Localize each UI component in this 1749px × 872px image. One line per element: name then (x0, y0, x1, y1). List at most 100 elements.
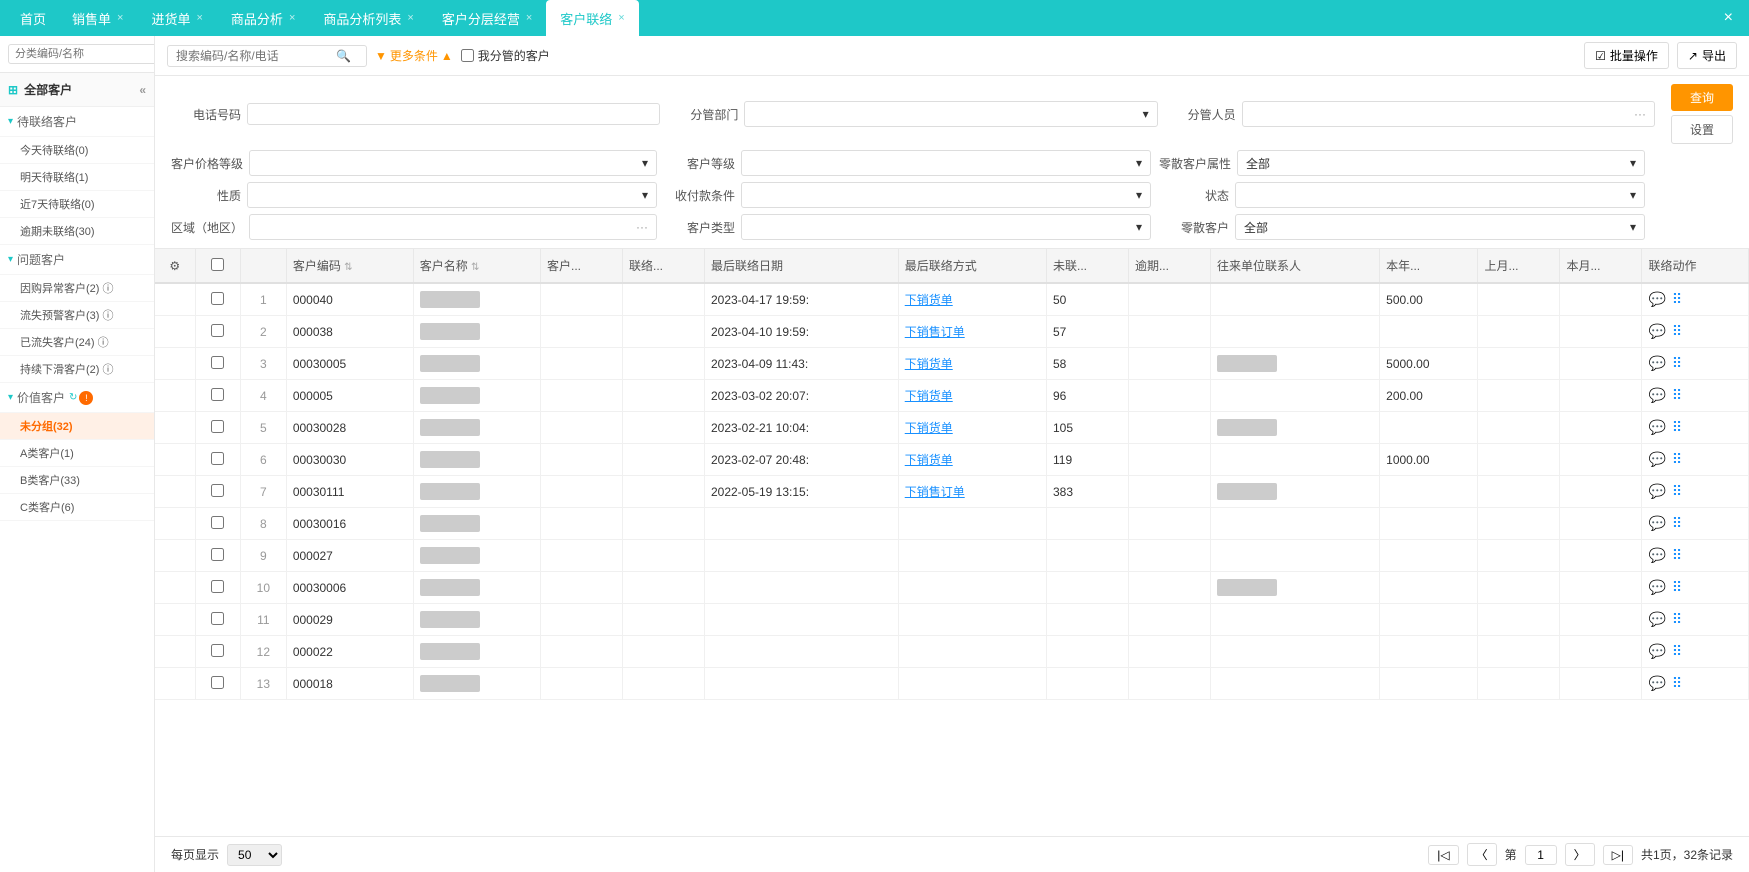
td-last-method[interactable]: 下销货单 (898, 412, 1046, 444)
sidebar-collapse-icon[interactable]: « (139, 83, 146, 97)
sort-icon-name[interactable]: ⇅ (471, 262, 479, 273)
chat-icon[interactable]: 💬 (1648, 675, 1665, 692)
td-checkbox[interactable] (195, 508, 240, 540)
more-icon[interactable]: ⠿ (1672, 675, 1682, 692)
td-checkbox[interactable] (195, 412, 240, 444)
sidebar-item-class-b[interactable]: B类客户(33) (0, 467, 154, 494)
td-checkbox[interactable] (195, 572, 240, 604)
sidebar-search-input[interactable] (8, 44, 155, 64)
th-last-date[interactable]: 最后联络日期 (704, 249, 898, 283)
chat-icon[interactable]: 💬 (1648, 387, 1665, 404)
more-icon[interactable]: ⠿ (1672, 419, 1682, 436)
chat-icon[interactable]: 💬 (1648, 483, 1665, 500)
sort-icon-code[interactable]: ⇅ (344, 262, 352, 273)
th-contact[interactable]: 联络... (622, 249, 704, 283)
more-icon[interactable]: ⠿ (1672, 291, 1682, 308)
sidebar-group-value[interactable]: ▾ 价值客户 ↻ ! (0, 383, 154, 413)
filter-dept-select[interactable]: ▾ (744, 101, 1157, 127)
chat-icon[interactable]: 💬 (1648, 547, 1665, 564)
filter-search-box[interactable]: 🔍 (167, 45, 367, 67)
sidebar-item-7days[interactable]: 近7天待联络(0) (0, 191, 154, 218)
row-checkbox[interactable] (211, 292, 224, 305)
chat-icon[interactable]: 💬 (1648, 323, 1665, 340)
filter-person-select[interactable]: ··· (1242, 101, 1655, 127)
filter-price-level-select[interactable]: ▾ (249, 150, 657, 176)
next-page-button[interactable]: 〉 (1565, 843, 1595, 866)
chat-icon[interactable]: 💬 (1648, 291, 1665, 308)
th-settings[interactable]: ⚙ (155, 249, 195, 283)
filter-customer-type-select[interactable]: ▾ (741, 214, 1151, 240)
filter-search-input[interactable] (176, 49, 336, 63)
batch-operation-button[interactable]: ☑ 批量操作 (1584, 42, 1669, 69)
sidebar-item-overdue[interactable]: 逾期未联络(30) (0, 218, 154, 245)
close-tab-sales[interactable]: × (117, 12, 123, 24)
more-icon[interactable]: ⠿ (1672, 387, 1682, 404)
td-last-method[interactable]: 下销货单 (898, 380, 1046, 412)
chat-icon[interactable]: 💬 (1648, 579, 1665, 596)
more-icon[interactable]: ⠿ (1672, 483, 1682, 500)
th-code[interactable]: 客户编码 ⇅ (286, 249, 413, 283)
td-last-method[interactable]: 下销货单 (898, 348, 1046, 380)
th-this-month[interactable]: 本月... (1560, 249, 1642, 283)
td-checkbox[interactable] (195, 380, 240, 412)
more-icon[interactable]: ⠿ (1672, 643, 1682, 660)
th-last-month[interactable]: 上月... (1478, 249, 1560, 283)
nav-tab-analysis-list[interactable]: 商品分析列表 × (309, 0, 427, 36)
nav-tab-analysis[interactable]: 商品分析 × (217, 0, 309, 36)
query-button[interactable]: 查询 (1671, 84, 1733, 111)
sidebar-item-abnormal[interactable]: 因购异常客户(2) ⓘ (0, 275, 154, 302)
row-checkbox[interactable] (211, 676, 224, 689)
filter-customer-level-select[interactable]: ▾ (741, 150, 1151, 176)
sidebar-item-churned[interactable]: 已流失客户(24) ⓘ (0, 329, 154, 356)
close-tab-analysis-list[interactable]: × (407, 12, 413, 24)
sidebar-item-tomorrow[interactable]: 明天待联络(1) (0, 164, 154, 191)
th-name[interactable]: 客户名称 ⇅ (413, 249, 540, 283)
filter-nature-select[interactable]: ▾ (247, 182, 657, 208)
filter-sparse-attr-select[interactable]: 全部▾ (1237, 150, 1645, 176)
more-icon[interactable]: ⠿ (1672, 611, 1682, 628)
more-icon[interactable]: ⠿ (1672, 515, 1682, 532)
more-icon[interactable]: ⠿ (1672, 323, 1682, 340)
close-tab-purchase[interactable]: × (196, 12, 202, 24)
export-button[interactable]: ↗ 导出 (1677, 42, 1737, 69)
nav-home[interactable]: 首页 (8, 0, 58, 36)
chat-icon[interactable]: 💬 (1648, 515, 1665, 532)
chat-icon[interactable]: 💬 (1648, 419, 1665, 436)
row-checkbox[interactable] (211, 548, 224, 561)
row-checkbox[interactable] (211, 484, 224, 497)
sidebar-item-declining[interactable]: 持续下滑客户(2) ⓘ (0, 356, 154, 383)
row-checkbox[interactable] (211, 644, 224, 657)
sidebar-item-churn-warn[interactable]: 流失预警客户(3) ⓘ (0, 302, 154, 329)
filter-phone-input[interactable] (247, 103, 660, 125)
sidebar-item-class-c[interactable]: C类客户(6) (0, 494, 154, 521)
td-checkbox[interactable] (195, 316, 240, 348)
row-checkbox[interactable] (211, 388, 224, 401)
close-tab-customer-contact[interactable]: × (618, 12, 624, 24)
reset-button[interactable]: 设置 (1671, 115, 1733, 144)
row-checkbox[interactable] (211, 356, 224, 369)
chat-icon[interactable]: 💬 (1648, 451, 1665, 468)
filter-region-select[interactable]: ··· (249, 214, 657, 240)
filter-search-icon[interactable]: 🔍 (336, 49, 351, 63)
more-icon[interactable]: ⠿ (1672, 355, 1682, 372)
row-checkbox[interactable] (211, 612, 224, 625)
more-icon[interactable]: ⠿ (1672, 579, 1682, 596)
td-checkbox[interactable] (195, 540, 240, 572)
td-checkbox[interactable] (195, 604, 240, 636)
row-checkbox[interactable] (211, 420, 224, 433)
td-checkbox[interactable] (195, 636, 240, 668)
td-checkbox[interactable] (195, 476, 240, 508)
filter-status-select[interactable]: ▾ (1235, 182, 1645, 208)
first-page-button[interactable]: |◁ (1428, 845, 1458, 865)
td-last-method[interactable]: 下销售订单 (898, 316, 1046, 348)
chat-icon[interactable]: 💬 (1648, 355, 1665, 372)
th-uncontact[interactable]: 未联... (1046, 249, 1128, 283)
nav-tab-purchase[interactable]: 进货单 × (137, 0, 216, 36)
my-customers-checkbox[interactable] (461, 49, 474, 62)
select-all-checkbox[interactable] (211, 258, 224, 271)
th-type[interactable]: 客户... (541, 249, 623, 283)
td-last-method[interactable]: 下销货单 (898, 283, 1046, 316)
filter-payment-select[interactable]: ▾ (741, 182, 1151, 208)
refresh-icon[interactable]: ↻ (69, 392, 77, 403)
more-icon[interactable]: ⠿ (1672, 451, 1682, 468)
